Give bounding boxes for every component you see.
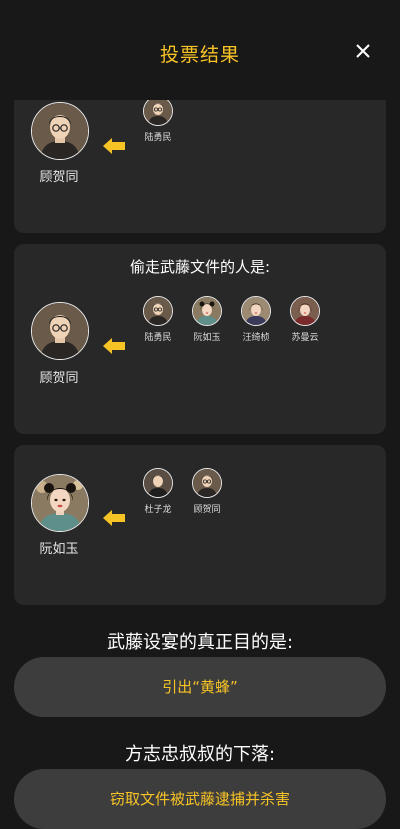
card-question: 偷走武藤文件的人是: [129, 258, 271, 276]
voter-avatar [143, 96, 173, 126]
suspect-name: 顾贺同 [39, 371, 79, 386]
voter-name: 陆勇民 [144, 333, 172, 343]
man-portrait-icon [144, 97, 172, 125]
arrow-left-icon [103, 510, 125, 526]
woman-portrait-icon [291, 297, 319, 325]
answer-pill[interactable]: 引出“黄蜂” [14, 657, 386, 717]
voter-avatar [192, 296, 222, 326]
arrow-left-icon [103, 138, 125, 154]
close-icon [356, 44, 370, 58]
woman-portrait-icon [242, 297, 270, 325]
suspect-avatar [31, 302, 89, 360]
voter-item: 杜子龙 [138, 468, 178, 515]
man-portrait-icon [193, 469, 221, 497]
voter-item: 顾贺同 [187, 468, 227, 515]
suspect-name: 顾贺同 [39, 170, 79, 185]
voter-avatar [192, 468, 222, 498]
man-portrait-icon [144, 297, 172, 325]
vote-card: 阮如玉 杜子龙 顾贺同 [14, 445, 386, 605]
section-question: 武藤设宴的真正目的是: [106, 632, 294, 653]
voter-item: 汪绮桢 [236, 296, 276, 343]
voter-name: 杜子龙 [144, 505, 172, 515]
voter-avatar [241, 296, 271, 326]
vote-card: 顾贺同 陆勇民 [14, 90, 386, 233]
man-portrait-icon [32, 303, 88, 359]
voter-item: 陆勇民 [138, 296, 178, 343]
vote-card: 偷走武藤文件的人是: 顾贺同 陆勇民 阮如玉 汪绮桢 苏曼云 [14, 244, 386, 434]
suspect-avatar [31, 102, 89, 160]
voter-avatar [290, 296, 320, 326]
voter-name: 顾贺同 [193, 505, 221, 515]
page-title: 投票结果 [159, 44, 240, 66]
voter-item: 阮如玉 [187, 296, 227, 343]
voter-item: 苏曼云 [285, 296, 325, 343]
voter-item: 陆勇民 [138, 96, 178, 143]
close-button[interactable] [352, 40, 374, 62]
header-bar: 投票结果 [0, 0, 400, 100]
suspect-avatar [31, 474, 89, 532]
woman-portrait-icon [32, 475, 88, 531]
suspect-name: 阮如玉 [39, 542, 79, 557]
section-question: 方志忠叔叔的下落: [124, 744, 276, 765]
voter-name: 汪绮桢 [242, 333, 270, 343]
woman-portrait-icon [193, 297, 221, 325]
man-portrait-icon [32, 103, 88, 159]
voter-avatar [143, 468, 173, 498]
voter-name: 陆勇民 [144, 133, 172, 143]
answer-pill[interactable]: 窃取文件被武藤逮捕并杀害 [14, 769, 386, 829]
man-portrait-icon [144, 469, 172, 497]
voter-name: 阮如玉 [193, 333, 221, 343]
voter-avatar [143, 296, 173, 326]
arrow-left-icon [103, 338, 125, 354]
voter-name: 苏曼云 [291, 333, 319, 343]
